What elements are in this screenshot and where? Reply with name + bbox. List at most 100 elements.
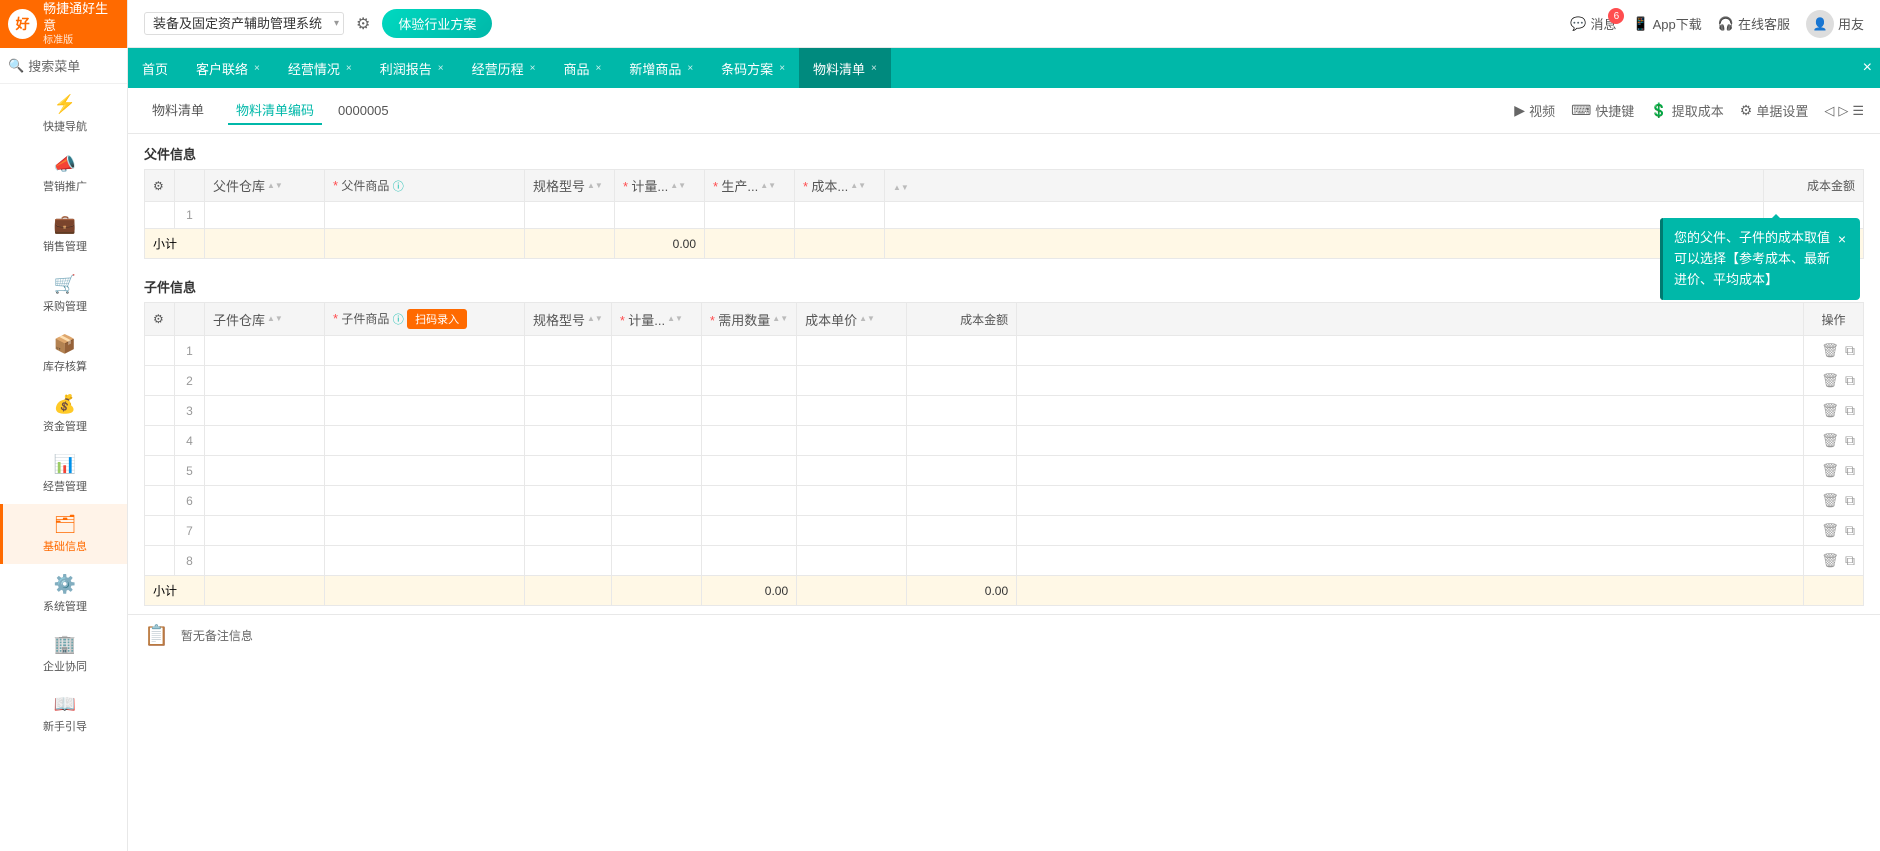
tab-bom-list[interactable]: 物料清单× xyxy=(799,48,891,88)
tab-op-history[interactable]: 经营历程× xyxy=(458,48,550,88)
child-col-settings[interactable]: ⚙ xyxy=(145,303,175,336)
sidebar-item-inventory[interactable]: 📦 库存核算 xyxy=(0,324,127,384)
shortcut-btn[interactable]: ⌨ 快捷键 xyxy=(1571,101,1634,120)
copy-row6-icon[interactable]: ⧉ xyxy=(1845,492,1855,509)
tab-customers[interactable]: 客户联络× xyxy=(182,48,274,88)
parent-row-unit[interactable] xyxy=(615,202,705,229)
close-new-product-icon[interactable]: × xyxy=(687,63,693,74)
child-row1-warehouse[interactable] xyxy=(205,336,325,366)
child-row2-product[interactable] xyxy=(325,366,525,396)
child-row1-unit[interactable] xyxy=(611,336,701,366)
navtabs-close-all[interactable]: × xyxy=(1863,59,1880,77)
child-row1-actions: 🗑 ⧉ xyxy=(1804,336,1864,366)
delete-row3-icon[interactable]: 🗑 xyxy=(1821,402,1839,419)
copy-row3-icon[interactable]: ⧉ xyxy=(1845,402,1855,419)
bom-list-subtab[interactable]: 物料清单 xyxy=(144,96,212,125)
child-table-row: 8 🗑 ⧉ xyxy=(145,546,1864,576)
search-menu[interactable]: 🔍 搜索菜单 xyxy=(0,48,127,84)
bom-code-subtab[interactable]: 物料清单编码 xyxy=(228,96,322,125)
copy-row1-icon[interactable]: ⧉ xyxy=(1845,342,1855,359)
tab-products[interactable]: 商品× xyxy=(549,48,615,88)
close-products-icon[interactable]: × xyxy=(595,63,601,74)
child-table-row: 5 🗑 ⧉ xyxy=(145,456,1864,486)
parent-row-warehouse[interactable] xyxy=(205,202,325,229)
copy-row4-icon[interactable]: ⧉ xyxy=(1845,432,1855,449)
parent-row-spec[interactable] xyxy=(525,202,615,229)
close-operations-icon[interactable]: × xyxy=(346,63,352,74)
system-select[interactable]: 装备及固定资产辅助管理系统 xyxy=(144,12,344,35)
sidebar-item-quick-nav[interactable]: ⚡ 快捷导航 xyxy=(0,84,127,144)
parent-col-warehouse: 父件仓库 ▲▼ xyxy=(205,170,325,202)
cost-btn[interactable]: 💲 提取成本 xyxy=(1650,101,1723,120)
delete-row5-icon[interactable]: 🗑 xyxy=(1821,462,1839,479)
delete-row6-icon[interactable]: 🗑 xyxy=(1821,492,1839,509)
view-btn[interactable]: ▶ 视频 xyxy=(1514,101,1555,120)
parent-row-production[interactable] xyxy=(705,202,795,229)
parent-row-product[interactable] xyxy=(325,202,525,229)
close-customers-icon[interactable]: × xyxy=(254,63,260,74)
sidebar-item-sales[interactable]: 💼 销售管理 xyxy=(0,204,127,264)
operations-icon: 📊 xyxy=(54,454,76,475)
sidebar-item-basic-info[interactable]: 🗂 基础信息 xyxy=(0,504,127,564)
user-btn[interactable]: 👤 用友 xyxy=(1806,10,1864,38)
sidebar-item-marketing[interactable]: 📣 营销推广 xyxy=(0,144,127,204)
child-row2-spec[interactable] xyxy=(525,366,612,396)
child-row1-qty[interactable] xyxy=(701,336,796,366)
delete-row2-icon[interactable]: 🗑 xyxy=(1821,372,1839,389)
tab-operations-status[interactable]: 经营情况× xyxy=(274,48,366,88)
tab-profit-report[interactable]: 利润报告× xyxy=(366,48,458,88)
close-barcode-icon[interactable]: × xyxy=(779,63,785,74)
child-row1-unit-price[interactable] xyxy=(797,336,907,366)
copy-row2-icon[interactable]: ⧉ xyxy=(1845,372,1855,389)
online-service-btn[interactable]: 🎧 在线客服 xyxy=(1718,14,1790,33)
sidebar-item-enterprise[interactable]: 🏢 企业协同 xyxy=(0,624,127,684)
copy-row8-icon[interactable]: ⧉ xyxy=(1845,552,1855,569)
parent-col-settings[interactable]: ⚙ xyxy=(145,170,175,202)
tab-new-product[interactable]: 新增商品× xyxy=(615,48,707,88)
nav-prev-icon[interactable]: ◁ xyxy=(1824,103,1834,119)
delete-row4-icon[interactable]: 🗑 xyxy=(1821,432,1839,449)
child-row1-product[interactable] xyxy=(325,336,525,366)
list-view-icon[interactable]: ☰ xyxy=(1852,103,1864,119)
main-area: 装备及固定资产辅助管理系统 ⚙ 体验行业方案 💬 消息 6 📱 App下载 🎧 … xyxy=(128,0,1880,851)
sidebar-item-guide[interactable]: 📖 新手引导 xyxy=(0,684,127,744)
delete-row1-icon[interactable]: 🗑 xyxy=(1821,342,1839,359)
child-row2-warehouse[interactable] xyxy=(205,366,325,396)
copy-row7-icon[interactable]: ⧉ xyxy=(1845,522,1855,539)
subtabs: 物料清单 物料清单编码 0000005 ▶ 视频 ⌨ 快捷键 💲 提取成本 ⚙ xyxy=(128,88,1880,134)
sidebar-item-purchase[interactable]: 🛒 采购管理 xyxy=(0,264,127,324)
close-profit-icon[interactable]: × xyxy=(438,63,444,74)
tooltip-bar xyxy=(1660,218,1663,300)
child-section: 子件信息 ⚙ xyxy=(128,267,1880,606)
guide-icon: 📖 xyxy=(54,694,76,715)
system-icon: ⚙️ xyxy=(54,574,76,595)
delete-row8-icon[interactable]: 🗑 xyxy=(1821,552,1839,569)
tooltip-close-btn[interactable]: × xyxy=(1838,228,1846,250)
nav-next-icon[interactable]: ▷ xyxy=(1838,103,1848,119)
trial-button[interactable]: 体验行业方案 xyxy=(382,9,492,38)
sidebar-item-system[interactable]: ⚙️ 系统管理 xyxy=(0,564,127,624)
cost-icon: 💲 xyxy=(1650,102,1667,119)
avatar: 👤 xyxy=(1806,10,1834,38)
parent-row-cost[interactable] xyxy=(795,202,885,229)
scan-button[interactable]: 扫码录入 xyxy=(407,309,467,329)
child-row2-qty[interactable] xyxy=(701,366,796,396)
app-download-btn[interactable]: 📱 App下载 xyxy=(1632,14,1701,33)
child-row2-unit[interactable] xyxy=(611,366,701,396)
messages-btn[interactable]: 💬 消息 6 xyxy=(1570,14,1616,33)
tab-barcode-plan[interactable]: 条码方案× xyxy=(707,48,799,88)
tab-home[interactable]: 首页 xyxy=(128,48,182,88)
single-settings-btn[interactable]: ⚙ 单据设置 xyxy=(1740,101,1809,120)
settings-icon[interactable]: ⚙ xyxy=(356,14,370,34)
delete-row7-icon[interactable]: 🗑 xyxy=(1821,522,1839,539)
sidebar-item-finance[interactable]: 💰 资金管理 xyxy=(0,384,127,444)
parent-col-product: * 父件商品 ⓘ xyxy=(325,170,525,202)
logo-icon: 好 xyxy=(8,9,37,39)
close-history-icon[interactable]: × xyxy=(530,63,536,74)
child-row2-unit-price[interactable] xyxy=(797,366,907,396)
child-row1-spec[interactable] xyxy=(525,336,612,366)
copy-row5-icon[interactable]: ⧉ xyxy=(1845,462,1855,479)
sidebar-item-operations[interactable]: 📊 经营管理 xyxy=(0,444,127,504)
close-bom-icon[interactable]: × xyxy=(871,63,877,74)
system-select-wrap[interactable]: 装备及固定资产辅助管理系统 xyxy=(144,12,344,35)
